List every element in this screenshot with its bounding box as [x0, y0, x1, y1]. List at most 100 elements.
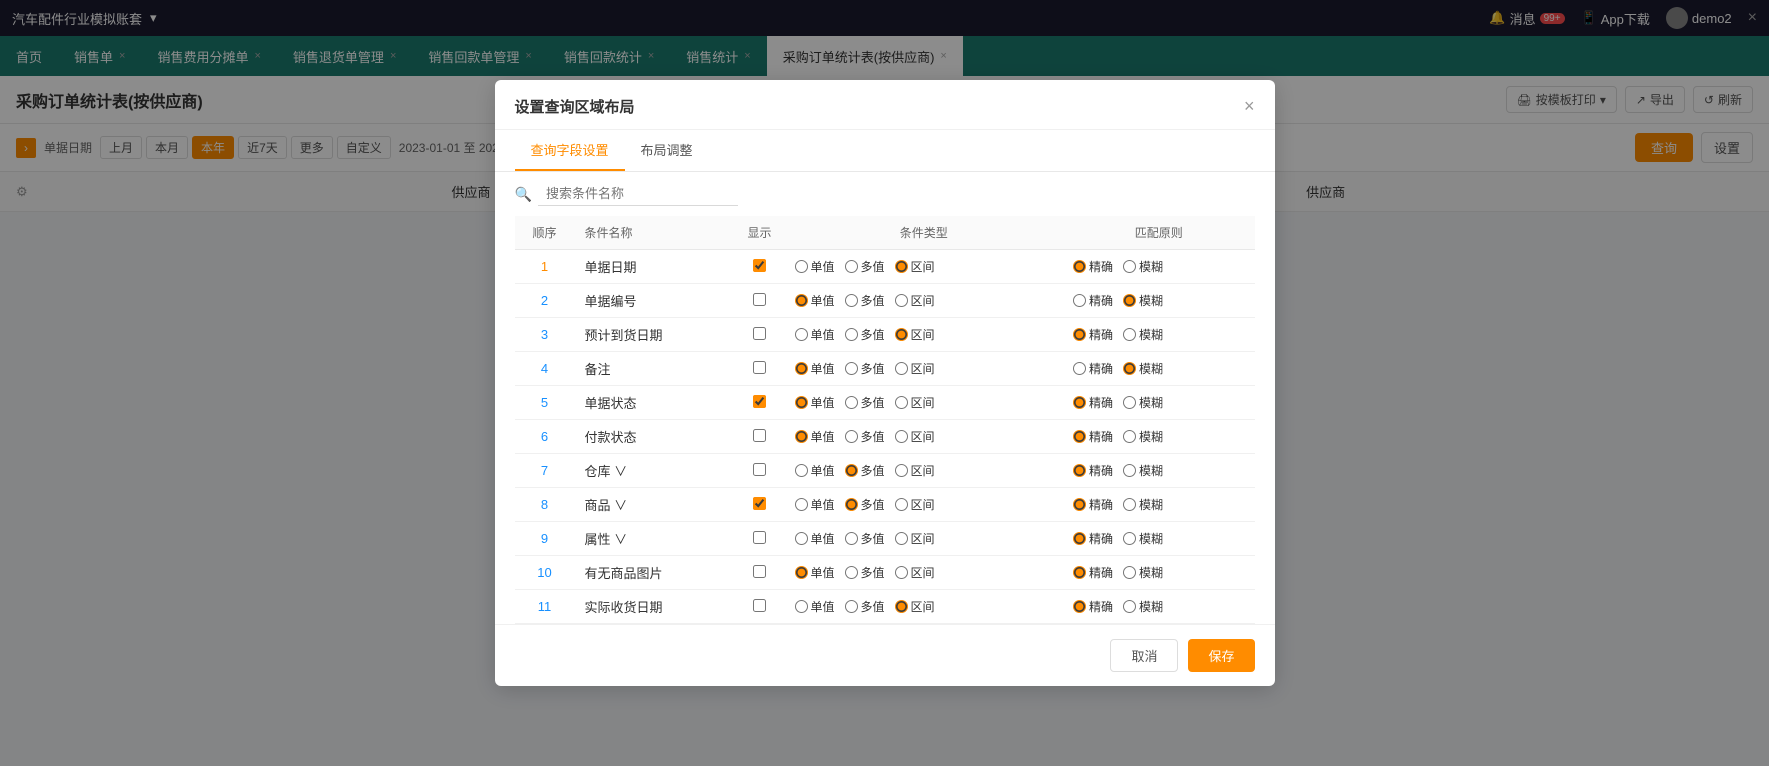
match-radio-exact[interactable]: 精确	[1073, 462, 1113, 479]
type-radio-single[interactable]: 单值	[795, 292, 835, 309]
row-order: 1	[515, 250, 575, 284]
table-row: 5单据状态单值多值区间精确模糊	[515, 386, 1255, 420]
table-row: 8商品 ∨单值多值区间精确模糊	[515, 488, 1255, 522]
match-radio-fuzzy[interactable]: 模糊	[1123, 394, 1163, 411]
match-radio-fuzzy[interactable]: 模糊	[1123, 530, 1163, 547]
row-type-cell: 单值多值区间	[785, 318, 1064, 352]
type-radio-range[interactable]: 区间	[895, 598, 935, 615]
match-radio-exact[interactable]: 精确	[1073, 360, 1113, 377]
type-radio-multi[interactable]: 多值	[845, 428, 885, 445]
match-radio-fuzzy[interactable]: 模糊	[1123, 462, 1163, 479]
row-name: 属性 ∨	[575, 522, 735, 556]
modal-close-button[interactable]: ×	[1244, 96, 1255, 117]
type-radio-multi[interactable]: 多值	[845, 564, 885, 581]
modal-overlay: 设置查询区域布局 × 查询字段设置 布局调整 🔍 顺序 条件名称	[0, 0, 1769, 766]
match-radio-exact[interactable]: 精确	[1073, 326, 1113, 343]
row-match-cell: 精确模糊	[1063, 420, 1254, 454]
row-type-cell: 单值多值区间	[785, 522, 1064, 556]
match-radio-fuzzy[interactable]: 模糊	[1123, 564, 1163, 581]
match-radio-exact[interactable]: 精确	[1073, 292, 1113, 309]
type-radio-range[interactable]: 区间	[895, 428, 935, 445]
type-radio-range[interactable]: 区间	[895, 530, 935, 547]
type-radio-multi[interactable]: 多值	[845, 598, 885, 615]
display-checkbox[interactable]	[753, 565, 766, 578]
type-radio-single[interactable]: 单值	[795, 564, 835, 581]
row-name: 有无商品图片	[575, 556, 735, 590]
match-radio-fuzzy[interactable]: 模糊	[1123, 428, 1163, 445]
type-radio-single[interactable]: 单值	[795, 462, 835, 479]
display-checkbox[interactable]	[753, 497, 766, 510]
row-display-cell	[735, 590, 785, 624]
type-radio-multi[interactable]: 多值	[845, 326, 885, 343]
row-order: 9	[515, 522, 575, 556]
type-radio-single[interactable]: 单值	[795, 258, 835, 275]
display-checkbox[interactable]	[753, 463, 766, 476]
row-display-cell	[735, 386, 785, 420]
type-radio-multi[interactable]: 多值	[845, 496, 885, 513]
modal-tab-fields-label: 查询字段设置	[531, 143, 609, 158]
type-radio-multi[interactable]: 多值	[845, 292, 885, 309]
type-radio-range[interactable]: 区间	[895, 258, 935, 275]
row-match-cell: 精确模糊	[1063, 250, 1254, 284]
row-order: 8	[515, 488, 575, 522]
display-checkbox[interactable]	[753, 599, 766, 612]
th-match: 匹配原则	[1063, 216, 1254, 250]
display-checkbox[interactable]	[753, 395, 766, 408]
table-row: 1单据日期单值多值区间精确模糊	[515, 250, 1255, 284]
modal-tab-layout[interactable]: 布局调整	[625, 130, 709, 171]
type-radio-multi[interactable]: 多值	[845, 462, 885, 479]
match-radio-fuzzy[interactable]: 模糊	[1123, 496, 1163, 513]
match-radio-fuzzy[interactable]: 模糊	[1123, 258, 1163, 275]
type-radio-range[interactable]: 区间	[895, 394, 935, 411]
match-radio-fuzzy[interactable]: 模糊	[1123, 360, 1163, 377]
type-radio-range[interactable]: 区间	[895, 326, 935, 343]
row-type-cell: 单值多值区间	[785, 590, 1064, 624]
type-radio-single[interactable]: 单值	[795, 360, 835, 377]
match-radio-exact[interactable]: 精确	[1073, 598, 1113, 615]
display-checkbox[interactable]	[753, 327, 766, 340]
type-radio-range[interactable]: 区间	[895, 360, 935, 377]
type-radio-single[interactable]: 单值	[795, 326, 835, 343]
match-radio-exact[interactable]: 精确	[1073, 564, 1113, 581]
type-radio-multi[interactable]: 多值	[845, 258, 885, 275]
type-radio-single[interactable]: 单值	[795, 496, 835, 513]
type-radio-single[interactable]: 单值	[795, 428, 835, 445]
type-radio-range[interactable]: 区间	[895, 462, 935, 479]
type-radio-multi[interactable]: 多值	[845, 530, 885, 547]
type-radio-single[interactable]: 单值	[795, 530, 835, 547]
row-name: 单据编号	[575, 284, 735, 318]
row-type-cell: 单值多值区间	[785, 556, 1064, 590]
match-radio-fuzzy[interactable]: 模糊	[1123, 598, 1163, 615]
modal-tab-fields[interactable]: 查询字段设置	[515, 130, 625, 171]
row-display-cell	[735, 318, 785, 352]
match-radio-exact[interactable]: 精确	[1073, 258, 1113, 275]
display-checkbox[interactable]	[753, 429, 766, 442]
match-radio-fuzzy[interactable]: 模糊	[1123, 326, 1163, 343]
match-radio-exact[interactable]: 精确	[1073, 530, 1113, 547]
search-input[interactable]	[538, 182, 738, 206]
type-radio-multi[interactable]: 多值	[845, 394, 885, 411]
type-radio-multi[interactable]: 多值	[845, 360, 885, 377]
display-checkbox[interactable]	[753, 531, 766, 544]
match-radio-fuzzy[interactable]: 模糊	[1123, 292, 1163, 309]
type-radio-range[interactable]: 区间	[895, 564, 935, 581]
row-match-cell: 精确模糊	[1063, 386, 1254, 420]
save-button[interactable]: 保存	[1188, 639, 1254, 672]
table-row: 7仓库 ∨单值多值区间精确模糊	[515, 454, 1255, 488]
display-checkbox[interactable]	[753, 259, 766, 272]
match-radio-exact[interactable]: 精确	[1073, 496, 1113, 513]
modal-footer: 取消 保存	[495, 624, 1275, 686]
modal-search-bar: 🔍	[495, 172, 1275, 216]
match-radio-exact[interactable]: 精确	[1073, 428, 1113, 445]
match-radio-exact[interactable]: 精确	[1073, 394, 1113, 411]
type-radio-range[interactable]: 区间	[895, 496, 935, 513]
type-radio-single[interactable]: 单值	[795, 598, 835, 615]
type-radio-single[interactable]: 单值	[795, 394, 835, 411]
display-checkbox[interactable]	[753, 293, 766, 306]
row-name: 备注	[575, 352, 735, 386]
type-radio-range[interactable]: 区间	[895, 292, 935, 309]
row-match-cell: 精确模糊	[1063, 284, 1254, 318]
row-display-cell	[735, 284, 785, 318]
cancel-button[interactable]: 取消	[1110, 639, 1178, 672]
display-checkbox[interactable]	[753, 361, 766, 374]
